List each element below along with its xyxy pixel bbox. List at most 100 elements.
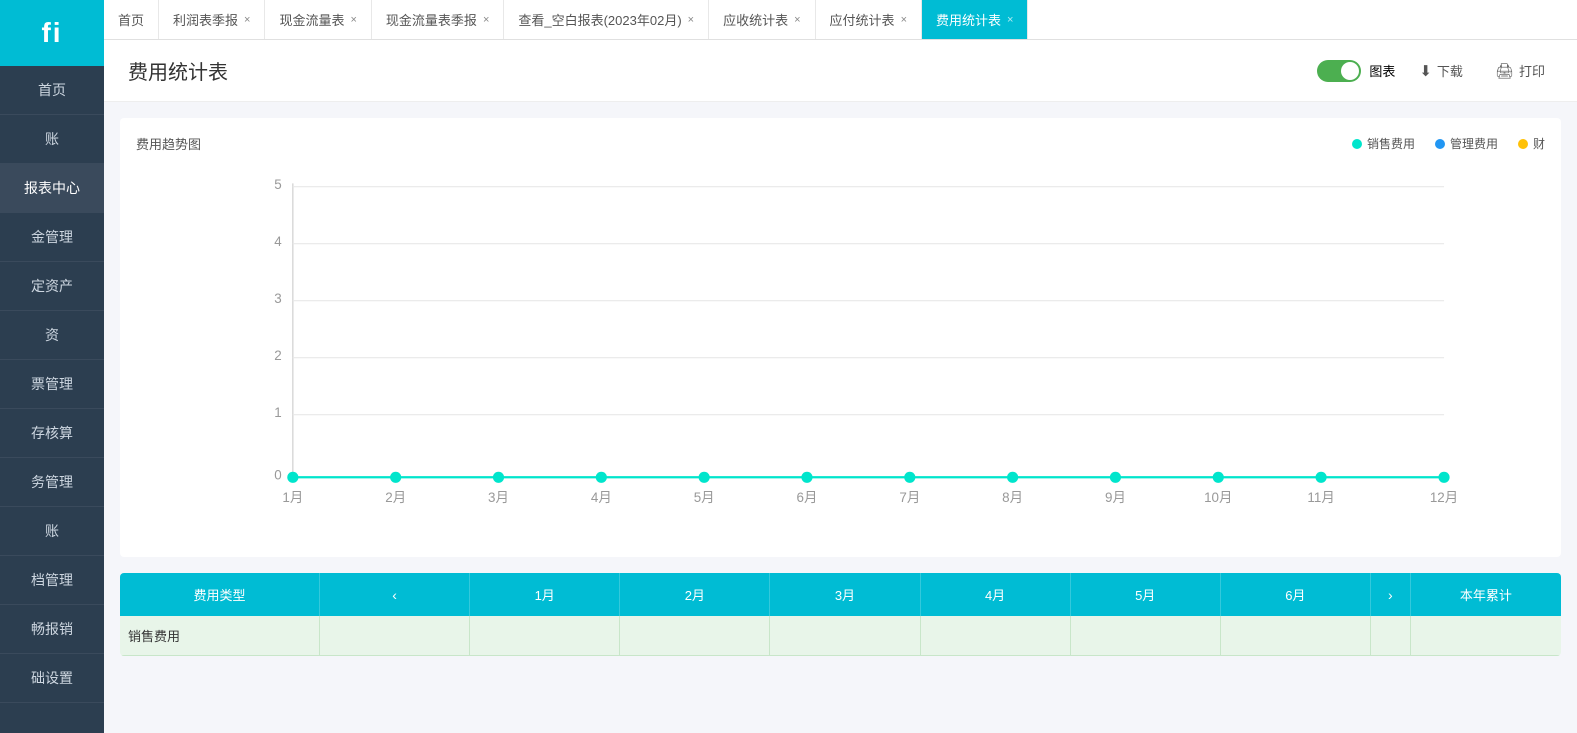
svg-text:3月: 3月 <box>488 490 509 505</box>
tab-payable[interactable]: 应付统计表 × <box>816 0 922 39</box>
sidebar-item-cash[interactable]: 金管理 <box>0 213 104 262</box>
table-header: 费用类型 ‹ 1月 2月 3月 4月 5月 <box>120 573 1561 616</box>
data-point <box>1213 472 1224 483</box>
sidebar-item-assets[interactable]: 定资产 <box>0 262 104 311</box>
data-point <box>1438 472 1449 483</box>
sidebar-item-settings[interactable]: 础设置 <box>0 654 104 703</box>
th-type: 费用类型 <box>120 573 320 616</box>
th-month4: 4月 <box>921 573 1071 616</box>
data-point <box>596 472 607 483</box>
data-point <box>1316 472 1327 483</box>
svg-text:2月: 2月 <box>385 490 406 505</box>
sidebar-item-account[interactable]: 账 <box>0 115 104 164</box>
td-val-1 <box>470 616 620 655</box>
sidebar-item-home[interactable]: 首页 <box>0 66 104 115</box>
sidebar-item-tickets[interactable]: 票管理 <box>0 360 104 409</box>
sidebar-item-reports[interactable]: 报表中心 <box>0 164 104 213</box>
svg-text:1: 1 <box>274 405 281 420</box>
td-val-6 <box>1221 616 1371 655</box>
page-title: 费用统计表 <box>128 56 228 85</box>
page-header: 费用统计表 图表 ⬇ 下载 🖨 打印 <box>104 40 1577 102</box>
sidebar-item-services[interactable]: 务管理 <box>0 458 104 507</box>
svg-text:9月: 9月 <box>1105 490 1126 505</box>
tab-cashflow-quarterly[interactable]: 现金流量表季报 × <box>372 0 504 39</box>
data-point <box>699 472 710 483</box>
data-point <box>1007 472 1018 483</box>
td-val-2 <box>620 616 770 655</box>
td-val-4 <box>921 616 1071 655</box>
chart-section: 费用趋势图 销售费用 管理费用 财 <box>120 118 1561 557</box>
svg-text:1月: 1月 <box>282 490 303 505</box>
data-point <box>904 472 915 483</box>
data-point <box>801 472 812 483</box>
close-icon[interactable]: × <box>901 14 907 26</box>
data-table: 费用类型 ‹ 1月 2月 3月 4月 5月 <box>120 573 1561 656</box>
th-month2: 2月 <box>620 573 770 616</box>
tab-receivable[interactable]: 应收统计表 × <box>709 0 815 39</box>
table-row: 销售费用 <box>120 616 1561 656</box>
chart-toggle-label: 图表 <box>1369 61 1395 80</box>
close-icon[interactable]: × <box>244 14 250 26</box>
sidebar-item-ledger[interactable]: 账 <box>0 507 104 556</box>
svg-text:5: 5 <box>274 177 281 192</box>
svg-text:8月: 8月 <box>1002 490 1023 505</box>
data-point <box>493 472 504 483</box>
line-chart-svg: 5 4 3 2 1 0 <box>136 161 1545 541</box>
chart-toggle[interactable] <box>1317 60 1361 82</box>
legend-dot-admin <box>1435 139 1445 149</box>
sidebar: fi 首页 账 报表中心 金管理 定资产 资 票管理 存核算 务管理 账 档管理… <box>0 0 104 733</box>
th-ytd: 本年累计 <box>1411 573 1561 616</box>
chart-header: 费用趋势图 销售费用 管理费用 财 <box>136 134 1545 153</box>
tab-cashflow[interactable]: 现金流量表 × <box>265 0 371 39</box>
main-area: 首页 利润表季报 × 现金流量表 × 现金流量表季报 × 查看_空白报表(202… <box>104 0 1577 733</box>
td-val-5 <box>1071 616 1221 655</box>
svg-text:10月: 10月 <box>1204 490 1232 505</box>
td-empty-nav <box>320 616 470 655</box>
th-month1: 1月 <box>470 573 620 616</box>
svg-text:0: 0 <box>274 468 281 483</box>
close-icon[interactable]: × <box>794 14 800 26</box>
data-point <box>390 472 401 483</box>
close-icon[interactable]: × <box>483 14 489 26</box>
th-nav-prev[interactable]: ‹ <box>320 573 470 616</box>
tab-bar: 首页 利润表季报 × 现金流量表 × 现金流量表季报 × 查看_空白报表(202… <box>104 0 1577 40</box>
chart-toggle-container: 图表 <box>1317 60 1395 82</box>
close-icon[interactable]: × <box>1007 14 1013 26</box>
close-icon[interactable]: × <box>688 14 694 26</box>
tab-home[interactable]: 首页 <box>104 0 159 39</box>
td-empty-nav2 <box>1371 616 1411 655</box>
svg-text:4月: 4月 <box>591 490 612 505</box>
th-nav-next[interactable]: › <box>1371 573 1411 616</box>
prev-month-button[interactable]: ‹ <box>392 587 397 603</box>
print-button[interactable]: 🖨 打印 <box>1487 57 1553 84</box>
svg-text:6月: 6月 <box>797 490 818 505</box>
next-month-button[interactable]: › <box>1388 587 1393 603</box>
sidebar-item-inventory[interactable]: 存核算 <box>0 409 104 458</box>
legend-sales: 销售费用 <box>1352 135 1415 152</box>
chart-legend: 销售费用 管理费用 财 <box>1352 135 1545 152</box>
svg-text:11月: 11月 <box>1307 490 1334 505</box>
legend-admin: 管理费用 <box>1435 135 1498 152</box>
tab-profit[interactable]: 利润表季报 × <box>159 0 265 39</box>
close-icon[interactable]: × <box>350 14 356 26</box>
data-point <box>287 472 298 483</box>
svg-text:4: 4 <box>274 234 282 249</box>
th-month5: 5月 <box>1071 573 1221 616</box>
chart-title: 费用趋势图 <box>136 134 201 153</box>
th-month6: 6月 <box>1221 573 1371 616</box>
chart-container: 5 4 3 2 1 0 <box>136 161 1545 541</box>
sidebar-item-investment[interactable]: 资 <box>0 311 104 360</box>
header-actions: 图表 ⬇ 下载 🖨 打印 <box>1317 57 1553 84</box>
sidebar-item-expense[interactable]: 畅报销 <box>0 605 104 654</box>
sidebar-item-archives[interactable]: 档管理 <box>0 556 104 605</box>
print-icon: 🖨 <box>1495 62 1514 80</box>
page-content: 费用统计表 图表 ⬇ 下载 🖨 打印 <box>104 40 1577 733</box>
download-button[interactable]: ⬇ 下载 <box>1411 57 1471 84</box>
tab-blank-report[interactable]: 查看_空白报表(2023年02月) × <box>504 0 709 39</box>
th-month3: 3月 <box>770 573 920 616</box>
svg-text:5月: 5月 <box>694 490 715 505</box>
td-val-3 <box>770 616 920 655</box>
tab-expense-stats[interactable]: 费用统计表 × <box>922 0 1028 39</box>
td-type: 销售费用 <box>120 616 320 655</box>
data-point <box>1110 472 1121 483</box>
